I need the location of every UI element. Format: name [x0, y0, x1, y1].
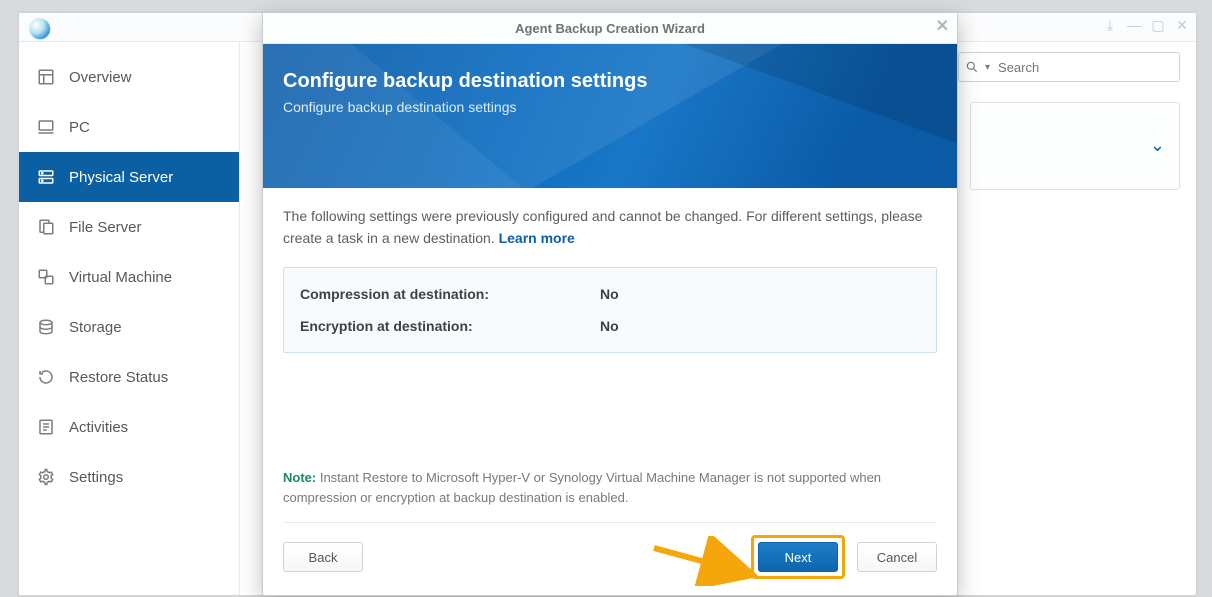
- sidebar-item-label: Storage: [69, 319, 122, 336]
- restore-status-icon: [37, 368, 55, 386]
- dialog-note: Note: Instant Restore to Microsoft Hyper…: [263, 468, 957, 508]
- table-row: Encryption at destination: No: [290, 310, 930, 342]
- sidebar-item-overview[interactable]: Overview: [19, 52, 239, 102]
- next-button[interactable]: Next: [758, 542, 838, 572]
- sidebar-item-virtual-machine[interactable]: Virtual Machine: [19, 252, 239, 302]
- dialog-titlebar[interactable]: Agent Backup Creation Wizard ✕: [263, 13, 957, 44]
- virtual-machine-icon: [37, 268, 55, 286]
- sidebar-item-storage[interactable]: Storage: [19, 302, 239, 352]
- cancel-button[interactable]: Cancel: [857, 542, 937, 572]
- window-controls: ⤓ — ▢ ✕: [1102, 17, 1190, 33]
- wizard-dialog: Agent Backup Creation Wizard ✕ Configure…: [262, 12, 958, 596]
- dialog-header: Configure backup destination settings Co…: [263, 44, 957, 188]
- activities-icon: [37, 418, 55, 436]
- sidebar-item-label: Activities: [69, 419, 128, 436]
- next-button-highlight: Next: [751, 535, 845, 579]
- dialog-description: The following settings were previously c…: [283, 206, 937, 249]
- collapsible-panel[interactable]: ⌄: [970, 102, 1180, 190]
- sidebar-item-file-server[interactable]: File Server: [19, 202, 239, 252]
- note-text: Instant Restore to Microsoft Hyper-V or …: [283, 470, 881, 505]
- sidebar-item-label: Physical Server: [69, 169, 173, 186]
- close-icon[interactable]: ✕: [1174, 17, 1190, 33]
- overview-icon: [37, 68, 55, 86]
- back-button[interactable]: Back: [283, 542, 363, 572]
- note-label: Note:: [283, 470, 316, 485]
- search-icon: [965, 60, 979, 74]
- sidebar-item-label: Restore Status: [69, 369, 168, 386]
- sidebar-item-restore-status[interactable]: Restore Status: [19, 352, 239, 402]
- chevron-down-icon[interactable]: ▾: [985, 62, 990, 73]
- dialog-header-title: Configure backup destination settings: [283, 70, 937, 93]
- compression-value: No: [600, 286, 619, 302]
- sidebar-item-label: Virtual Machine: [69, 269, 172, 286]
- minimize-icon[interactable]: —: [1126, 17, 1142, 33]
- table-row: Compression at destination: No: [290, 278, 930, 310]
- search-input[interactable]: ▾: [958, 52, 1180, 82]
- encryption-label: Encryption at destination:: [300, 318, 600, 334]
- sidebar: Overview PC Physical Server File Server …: [19, 42, 240, 595]
- sidebar-item-pc[interactable]: PC: [19, 102, 239, 152]
- app-logo-icon: [29, 18, 51, 40]
- close-icon[interactable]: ✕: [936, 19, 949, 35]
- gear-icon: [37, 468, 55, 486]
- physical-server-icon: [37, 168, 55, 186]
- learn-more-link[interactable]: Learn more: [499, 230, 575, 246]
- sidebar-item-settings[interactable]: Settings: [19, 452, 239, 502]
- sidebar-item-activities[interactable]: Activities: [19, 402, 239, 452]
- dialog-title: Agent Backup Creation Wizard: [515, 21, 705, 36]
- compression-label: Compression at destination:: [300, 286, 600, 302]
- dialog-header-subtitle: Configure backup destination settings: [283, 99, 937, 115]
- file-server-icon: [37, 218, 55, 236]
- dialog-buttons: Back Next Cancel: [263, 523, 957, 595]
- sidebar-item-label: PC: [69, 119, 90, 136]
- dialog-body: The following settings were previously c…: [263, 188, 957, 468]
- maximize-icon[interactable]: ▢: [1150, 17, 1166, 33]
- sidebar-item-label: Settings: [69, 469, 123, 486]
- sidebar-item-label: Overview: [69, 69, 132, 86]
- destination-settings-table: Compression at destination: No Encryptio…: [283, 267, 937, 353]
- sidebar-item-label: File Server: [69, 219, 142, 236]
- encryption-value: No: [600, 318, 619, 334]
- search-field[interactable]: [996, 59, 1173, 76]
- pc-icon: [37, 118, 55, 136]
- sidebar-item-physical-server[interactable]: Physical Server: [19, 152, 239, 202]
- chevron-down-icon[interactable]: ⌄: [1150, 135, 1165, 156]
- storage-icon: [37, 318, 55, 336]
- pin-icon[interactable]: ⤓: [1102, 17, 1118, 33]
